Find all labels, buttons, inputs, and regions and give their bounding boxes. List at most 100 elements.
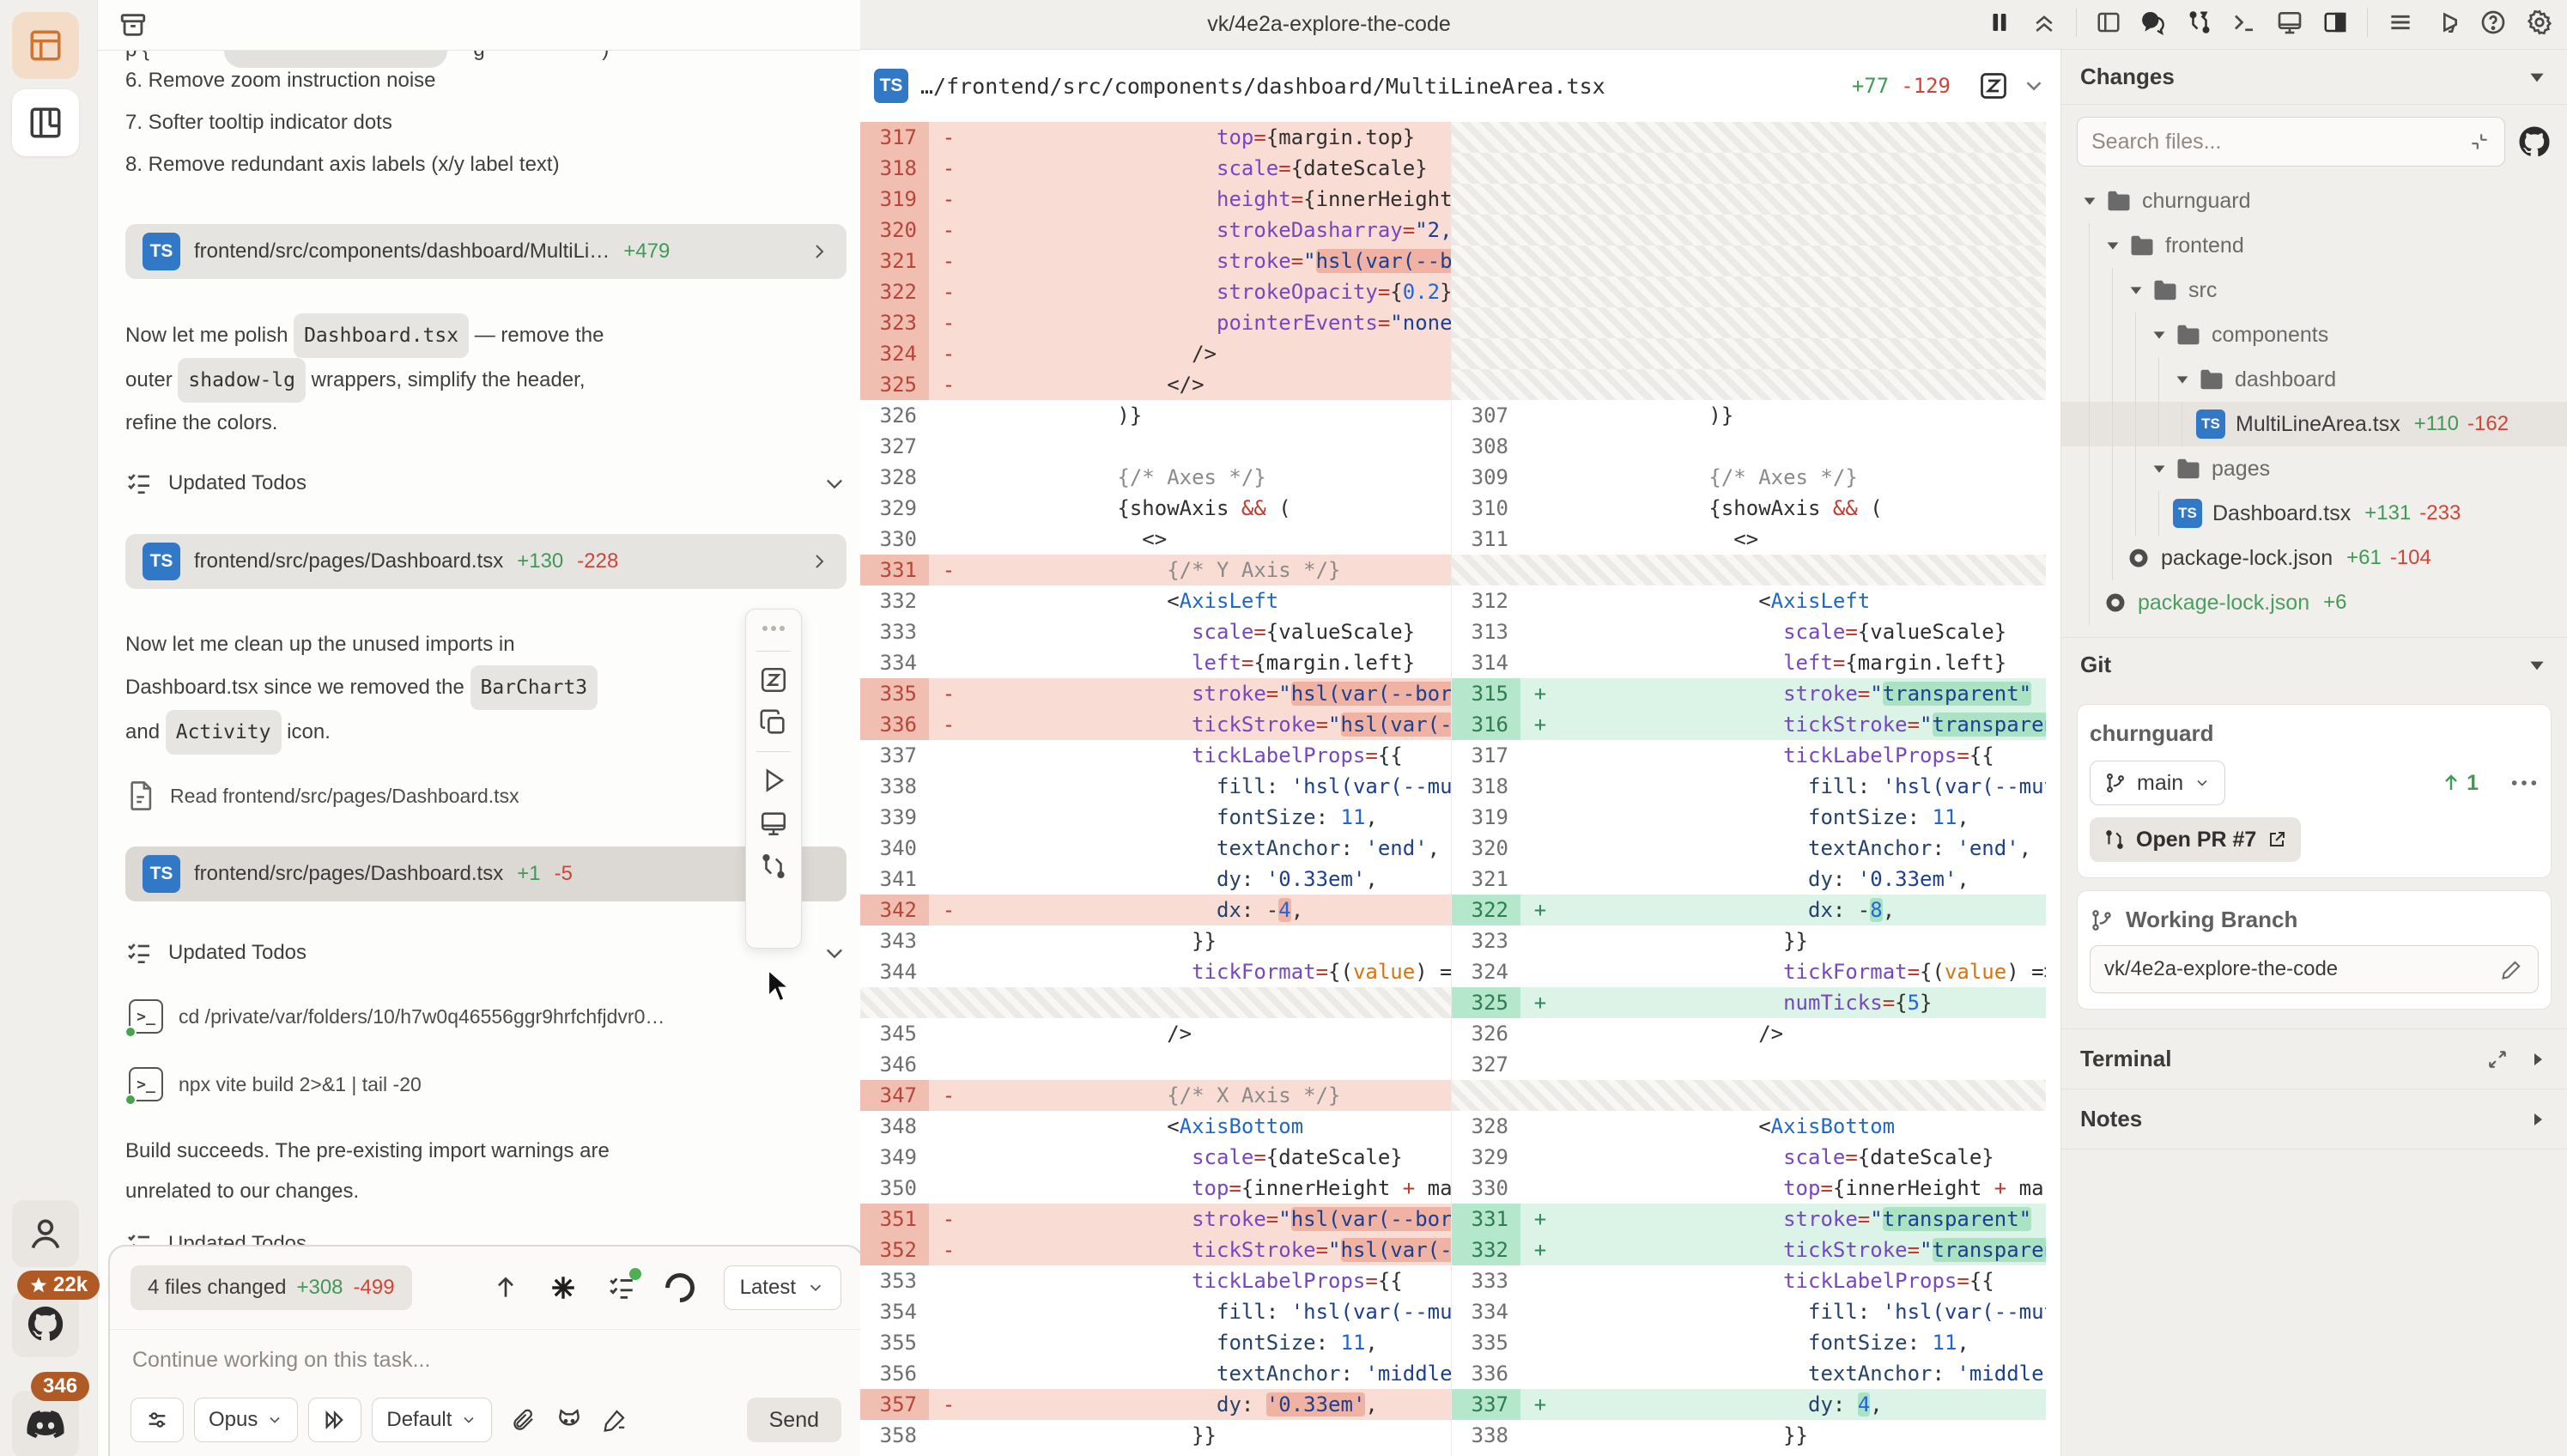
- tree-item-multilinearea-tsx[interactable]: TSMultiLineArea.tsx+110-162: [2061, 402, 2567, 446]
- kanban-view-button[interactable]: [12, 89, 79, 156]
- diff-collapsed-region: [1452, 246, 2046, 276]
- chevron-down-icon[interactable]: [2526, 66, 2548, 88]
- file-chip-dashboard-2[interactable]: TS frontend/src/pages/Dashboard.tsx +1 -…: [125, 846, 847, 901]
- archive-icon[interactable]: [118, 10, 148, 39]
- github-small-icon[interactable]: [2517, 124, 2552, 159]
- monitor-small-icon[interactable]: [759, 809, 788, 838]
- settings-sliders-button[interactable]: [130, 1398, 184, 1442]
- version-dropdown[interactable]: Latest: [724, 1265, 841, 1310]
- menu-icon[interactable]: [2387, 9, 2414, 36]
- stamp-icon[interactable]: [759, 665, 788, 695]
- chevron-down-icon[interactable]: [2150, 325, 2169, 344]
- sparkle-icon[interactable]: [549, 1273, 578, 1302]
- pause-icon[interactable]: [1987, 9, 2012, 35]
- working-branch-input[interactable]: vk/4e2a-explore-the-code: [2090, 945, 2539, 993]
- tree-item-src[interactable]: src: [2061, 268, 2567, 312]
- collapse-tree-icon[interactable]: [2468, 130, 2491, 153]
- tree-item-dashboard-tsx[interactable]: TSDashboard.tsx+131-233: [2061, 491, 2567, 536]
- panel-left-icon[interactable]: [2096, 9, 2121, 35]
- git-section-header[interactable]: Git: [2061, 637, 2567, 692]
- todo-item: 6. Remove zoom instruction noise: [125, 59, 822, 101]
- chevron-down-icon[interactable]: [2127, 281, 2145, 300]
- stamp-icon[interactable]: [1978, 70, 2009, 101]
- composer-status-row: 4 files changed +308 -499 Latest: [110, 1247, 860, 1329]
- terminal-command-row[interactable]: >_ npx vite build 2>&1 | tail -20: [129, 1065, 816, 1103]
- edit-pencil-icon[interactable]: [2500, 957, 2524, 981]
- cat-icon[interactable]: [555, 1406, 583, 1434]
- diff-row: 331+stroke="transparent": [1452, 1204, 2046, 1235]
- expand-icon[interactable]: [2486, 1048, 2509, 1071]
- branch-dropdown[interactable]: main: [2090, 761, 2225, 805]
- github-button[interactable]: [12, 1290, 79, 1357]
- send-button[interactable]: Send: [747, 1398, 841, 1442]
- chevron-right-icon[interactable]: [2528, 1109, 2548, 1130]
- todos-status-icon[interactable]: [607, 1273, 636, 1302]
- chevron-right-icon[interactable]: [2528, 1049, 2548, 1070]
- line-number: 327: [860, 431, 929, 462]
- chevron-down-icon[interactable]: [2080, 191, 2099, 210]
- line-number: 354: [860, 1296, 929, 1327]
- file-chip-multilinearea[interactable]: TS frontend/src/components/dashboard/Mul…: [125, 224, 847, 279]
- files-changed-pill[interactable]: 4 files changed +308 -499: [130, 1265, 412, 1310]
- mode-dropdown[interactable]: Default: [372, 1398, 492, 1442]
- terminal-section-header[interactable]: Terminal: [2061, 1028, 2567, 1089]
- open-pr-button[interactable]: Open PR #7: [2090, 817, 2301, 862]
- code-line: {/* Y Axis */}: [968, 555, 1451, 585]
- git-compare-small-icon[interactable]: [759, 852, 788, 881]
- git-compare-icon[interactable]: [2187, 9, 2212, 35]
- chevron-down-icon[interactable]: [2150, 459, 2169, 478]
- run-icon[interactable]: [759, 766, 788, 795]
- updated-todos-collapsible[interactable]: Updated Todos: [125, 934, 847, 972]
- attachment-icon[interactable]: [511, 1407, 537, 1433]
- monitor-icon[interactable]: [2276, 9, 2303, 36]
- help-icon[interactable]: [2479, 9, 2507, 36]
- notes-section-header[interactable]: Notes: [2061, 1089, 2567, 1149]
- diff-row: 337tickLabelProps={{: [860, 740, 1451, 771]
- diff-marker: -: [929, 307, 968, 338]
- chat-scroll-area[interactable]: p { g ) 6. Remove zoom instruction noise…: [98, 51, 860, 1456]
- read-file-row[interactable]: Read frontend/src/pages/Dashboard.tsx: [129, 777, 816, 815]
- tree-item-churnguard[interactable]: churnguard: [2061, 179, 2567, 223]
- line-number: 355: [860, 1327, 929, 1358]
- code-line: left={margin.left}: [1560, 647, 2046, 678]
- fast-forward-button[interactable]: [308, 1398, 361, 1442]
- changes-section-header[interactable]: Changes: [2061, 50, 2567, 105]
- inline-code-chip: BarChart3: [470, 665, 598, 710]
- more-options-icon[interactable]: [758, 620, 789, 637]
- tree-item-label: components: [2212, 323, 2328, 348]
- model-dropdown[interactable]: Opus: [194, 1398, 298, 1442]
- code-line: tickStroke="transparent": [1560, 709, 2046, 740]
- tree-item-package-lock-json[interactable]: package-lock.json+61-104: [2061, 536, 2567, 580]
- updated-todos-collapsible[interactable]: Updated Todos: [125, 464, 847, 502]
- diff-row: 341dy: '0.33em',: [860, 864, 1451, 895]
- pen-icon[interactable]: [602, 1407, 628, 1433]
- tree-item-components[interactable]: components: [2061, 312, 2567, 357]
- megaphone-icon[interactable]: [2433, 9, 2461, 36]
- account-button[interactable]: [12, 1200, 79, 1267]
- copy-icon[interactable]: [759, 708, 788, 737]
- search-files-input[interactable]: Search files...: [2077, 117, 2505, 167]
- chevron-down-icon[interactable]: [2526, 654, 2548, 676]
- chat-bubble-icon[interactable]: [2140, 9, 2168, 36]
- more-options-icon[interactable]: [2509, 778, 2539, 788]
- panel-right-active-icon[interactable]: [2322, 9, 2348, 35]
- code-line: left={margin.left}: [968, 647, 1451, 678]
- scroll-up-icon[interactable]: [492, 1274, 519, 1301]
- message-input[interactable]: Continue working on this task...: [132, 1348, 430, 1373]
- chevron-down-icon[interactable]: [2103, 236, 2122, 255]
- chevron-down-icon[interactable]: [2173, 370, 2192, 389]
- tree-item-pages[interactable]: pages: [2061, 446, 2567, 491]
- terminal-command-row[interactable]: >_ cd /private/var/folders/10/h7w0q46556…: [129, 998, 816, 1035]
- layout-view-button[interactable]: [12, 12, 79, 79]
- message-hover-toolbar: [745, 609, 802, 949]
- tree-item-package-lock-json[interactable]: package-lock.json+6: [2061, 580, 2567, 625]
- settings-gear-icon[interactable]: [2526, 9, 2553, 36]
- diff-row: 333scale={valueScale}: [860, 616, 1451, 647]
- chevron-down-icon[interactable]: [2021, 73, 2047, 99]
- terminal-icon[interactable]: [2231, 9, 2257, 35]
- tree-item-dashboard[interactable]: dashboard: [2061, 357, 2567, 402]
- collapse-all-icon[interactable]: [2031, 9, 2057, 35]
- tree-item-frontend[interactable]: frontend: [2061, 223, 2567, 268]
- file-chip-dashboard-1[interactable]: TS frontend/src/pages/Dashboard.tsx +130…: [125, 534, 847, 589]
- line-number: 323: [860, 307, 929, 338]
